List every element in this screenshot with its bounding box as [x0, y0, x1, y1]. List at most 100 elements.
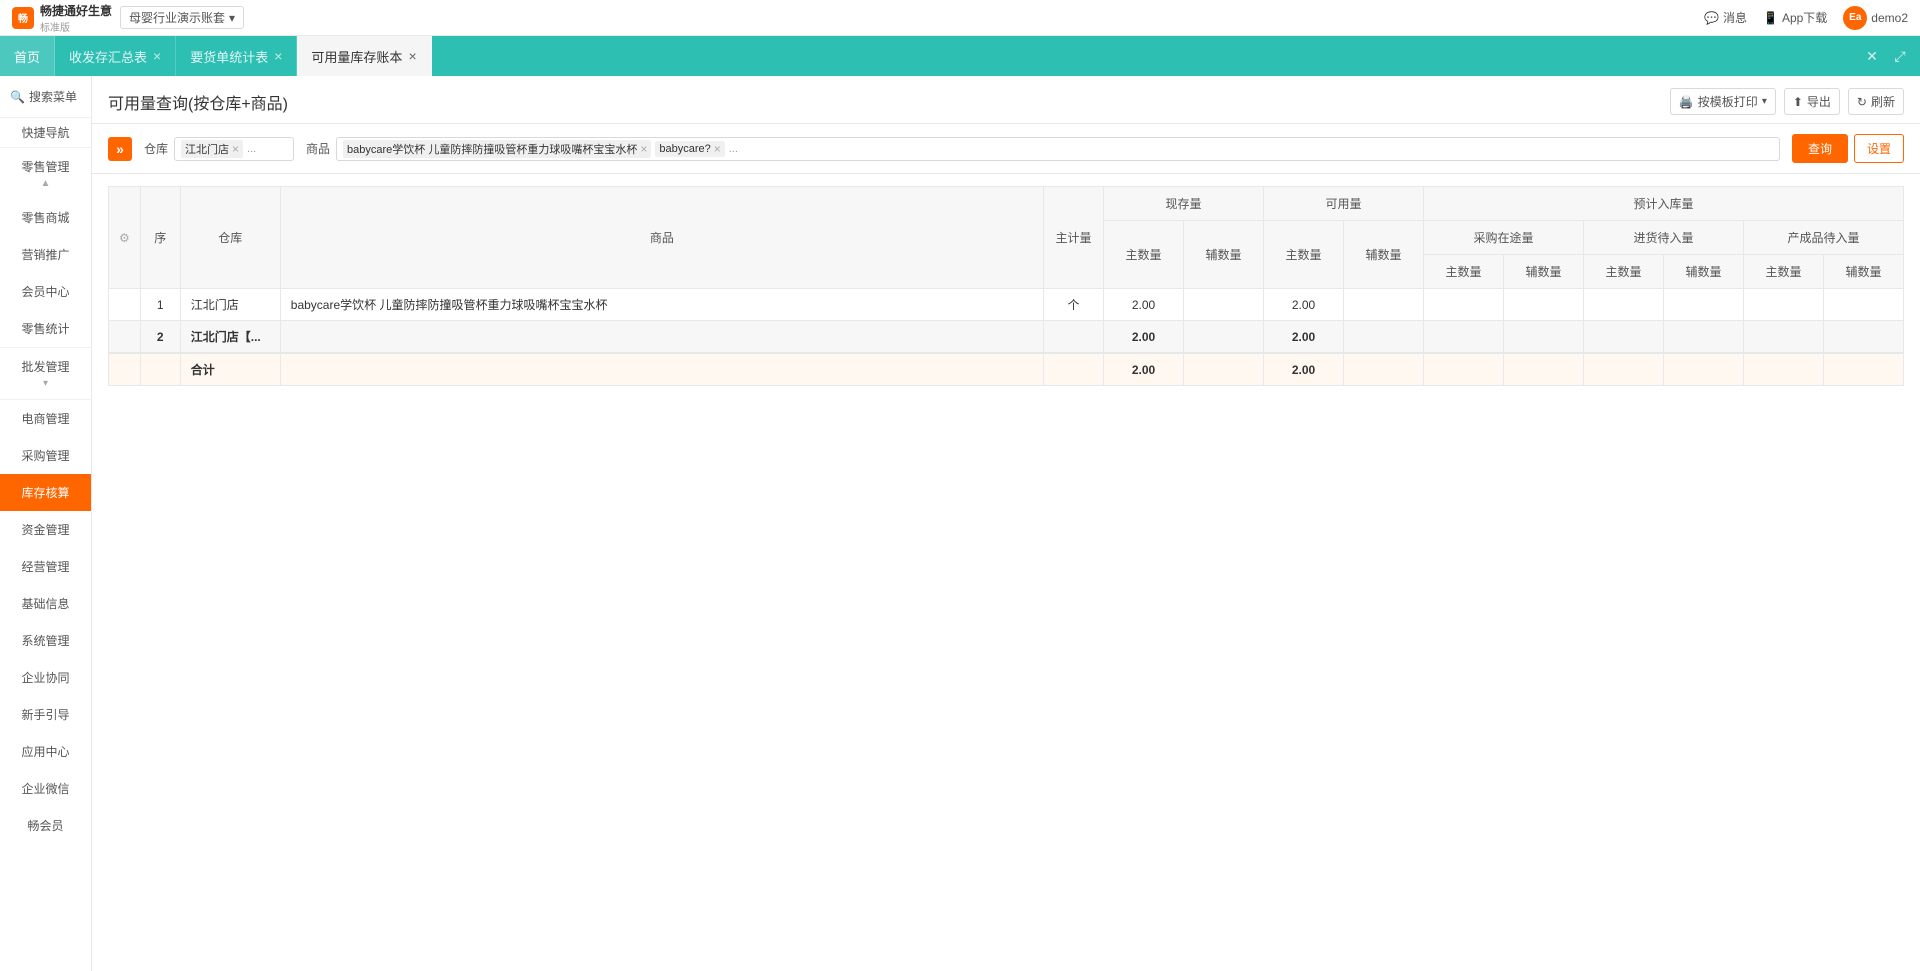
- cell-unit: [1044, 321, 1104, 354]
- tab-nav: 首页 收发存汇总表 × 要货单统计表 × 可用量库存账本 × ✕ ⤢: [0, 36, 1920, 76]
- cell-purchase-in-main: [1584, 321, 1664, 354]
- table-row: 2 江北门店【... 2.00 2.00: [109, 321, 1904, 354]
- sidebar: 🔍 搜索菜单 快捷导航 零售管理 ▲ 零售商城 营销推广 会员中心 零售统计: [0, 76, 92, 971]
- cell-product-in-sub: [1824, 289, 1904, 321]
- warehouse-filter-input[interactable]: 江北门店 × ...: [174, 137, 294, 161]
- sidebar-search[interactable]: 🔍 搜索菜单: [0, 76, 91, 118]
- gear-icon: ⚙: [119, 231, 130, 245]
- tab-available-ledger[interactable]: 可用量库存账本 ×: [297, 36, 431, 76]
- sidebar-item-zero-sales[interactable]: 零售管理 ▲: [0, 148, 91, 199]
- th-forecast-group: 预计入库量: [1424, 187, 1904, 221]
- th-purchase-in: 进货待入量: [1584, 221, 1744, 255]
- product-filter-input[interactable]: babycare学饮杯 儿童防摔防撞吸管杯重力球吸嘴杯宝宝水杯 × babyca…: [336, 137, 1780, 161]
- sidebar-item-ecommerce[interactable]: 电商管理: [0, 400, 91, 437]
- message-btn[interactable]: 💬 消息: [1704, 9, 1747, 26]
- cell-available-sub: [1344, 321, 1424, 354]
- summary-no: [140, 353, 180, 386]
- tab-nav-actions: ✕ ⤢: [1860, 36, 1920, 76]
- zero-sales-arrow-icon: ▲: [41, 178, 51, 189]
- user-menu[interactable]: Ea demo2: [1843, 6, 1908, 30]
- quick-nav-btn[interactable]: 快捷导航: [0, 118, 91, 148]
- product-tag-1-close[interactable]: ×: [640, 142, 647, 156]
- tab-receive-summary-close[interactable]: ×: [153, 49, 161, 63]
- summary-purchase-main: [1424, 353, 1504, 386]
- data-table: ⚙ 序 仓库 商品 主计量: [108, 186, 1904, 386]
- product-filter-group: 商品 babycare学饮杯 儿童防摔防撞吸管杯重力球吸嘴杯宝宝水杯 × bab…: [306, 137, 1780, 161]
- sidebar-item-marketing[interactable]: 营销推广: [0, 236, 91, 273]
- summary-label: 合计: [180, 353, 280, 386]
- cell-gear: [109, 321, 141, 354]
- th-product-in-sub: 辅数量: [1824, 255, 1904, 289]
- filter-expand-btn[interactable]: »: [108, 137, 132, 161]
- search-icon: 🔍: [10, 90, 25, 104]
- tab-receive-summary[interactable]: 收发存汇总表 ×: [55, 36, 176, 76]
- sidebar-section-zero-sales: 零售管理 ▲ 零售商城 营销推广 会员中心 零售统计: [0, 148, 91, 348]
- sidebar-item-finance[interactable]: 资金管理: [0, 511, 91, 548]
- sidebar-item-member[interactable]: 会员中心: [0, 273, 91, 310]
- th-available-sub: 辅数量: [1344, 221, 1424, 289]
- brand-icon: 畅: [12, 7, 34, 29]
- summary-stock-main: 2.00: [1104, 353, 1184, 386]
- cell-product-in-main: [1744, 321, 1824, 354]
- table-container: ⚙ 序 仓库 商品 主计量: [92, 174, 1920, 971]
- sidebar-item-enterprise[interactable]: 企业协同: [0, 659, 91, 696]
- sidebar-item-operation[interactable]: 经营管理: [0, 548, 91, 585]
- export-icon: ⬆: [1793, 95, 1803, 109]
- search-menu-btn[interactable]: 🔍 搜索菜单: [6, 84, 85, 109]
- summary-row: 合计 2.00 2.00: [109, 353, 1904, 386]
- tab-home[interactable]: 首页: [0, 36, 55, 76]
- cell-product-in-sub: [1824, 321, 1904, 354]
- th-product: 商品: [280, 187, 1043, 289]
- setting-btn[interactable]: 设置: [1854, 134, 1904, 163]
- tab-close-btn[interactable]: ✕: [1860, 44, 1884, 68]
- sidebar-item-wholesale[interactable]: 批发管理 ▾: [0, 348, 91, 399]
- summary-gear: [109, 353, 141, 386]
- tab-order-stat[interactable]: 要货单统计表 ×: [176, 36, 297, 76]
- refresh-btn[interactable]: ↻ 刷新: [1848, 88, 1904, 115]
- product-more[interactable]: ...: [729, 143, 738, 155]
- tab-order-stat-close[interactable]: ×: [274, 49, 282, 63]
- sidebar-item-sys-manage[interactable]: 系统管理: [0, 622, 91, 659]
- summary-stock-sub: [1184, 353, 1264, 386]
- sidebar-item-app-center[interactable]: 应用中心: [0, 733, 91, 770]
- sidebar-item-member2[interactable]: 畅会员: [0, 807, 91, 844]
- tab-home-label: 首页: [14, 47, 40, 66]
- tab-expand-btn[interactable]: ⤢: [1888, 44, 1912, 68]
- th-gear[interactable]: ⚙: [109, 187, 141, 289]
- message-icon: 💬: [1704, 11, 1719, 25]
- sidebar-item-purchase[interactable]: 采购管理: [0, 437, 91, 474]
- print-template-btn[interactable]: 🖨️ 按模板打印 ▾: [1670, 88, 1776, 115]
- top-bar-left: 畅 畅捷通好生意 标准版 母婴行业演示账套 ▾: [12, 2, 244, 34]
- sidebar-item-retail-stat[interactable]: 零售统计: [0, 310, 91, 347]
- summary-product-in-sub: [1824, 353, 1904, 386]
- cell-warehouse: 江北门店: [180, 289, 280, 321]
- th-purchase-in-sub: 辅数量: [1664, 255, 1744, 289]
- warehouse-more[interactable]: ...: [247, 143, 256, 155]
- page-header: 可用量查询(按仓库+商品) 🖨️ 按模板打印 ▾ ⬆ 导出 ↻ 刷新: [92, 76, 1920, 124]
- th-purchase-transit-main: 主数量: [1424, 255, 1504, 289]
- query-btn[interactable]: 查询: [1792, 134, 1848, 163]
- brand-edition: 标准版: [40, 19, 112, 34]
- sidebar-item-new-guide[interactable]: 新手引导: [0, 696, 91, 733]
- sidebar-item-online-shop[interactable]: 零售商城: [0, 199, 91, 236]
- app-download-btn[interactable]: 📱 App下载: [1763, 9, 1827, 26]
- industry-selector[interactable]: 母婴行业演示账套 ▾: [120, 6, 244, 29]
- app-icon: 📱: [1763, 11, 1778, 25]
- th-available-group: 可用量: [1264, 187, 1424, 221]
- sidebar-item-inventory[interactable]: 库存核算: [0, 474, 91, 511]
- cell-product-in-main: [1744, 289, 1824, 321]
- sidebar-item-wechat[interactable]: 企业微信: [0, 770, 91, 807]
- sidebar-item-basic-info[interactable]: 基础信息: [0, 585, 91, 622]
- tab-available-ledger-close[interactable]: ×: [408, 49, 416, 63]
- product-tag-2-close[interactable]: ×: [714, 142, 721, 156]
- export-btn[interactable]: ⬆ 导出: [1784, 88, 1840, 115]
- cell-available-main: 2.00: [1264, 321, 1344, 354]
- th-no: 序: [140, 187, 180, 289]
- sidebar-section-wholesale: 批发管理 ▾: [0, 348, 91, 400]
- cell-warehouse: 江北门店【...: [180, 321, 280, 354]
- industry-dropdown-icon: ▾: [229, 11, 235, 25]
- summary-available-sub: [1344, 353, 1424, 386]
- brand-name: 畅捷通好生意: [40, 2, 112, 19]
- warehouse-tag-close[interactable]: ×: [232, 142, 239, 156]
- th-unit: 主计量: [1044, 187, 1104, 289]
